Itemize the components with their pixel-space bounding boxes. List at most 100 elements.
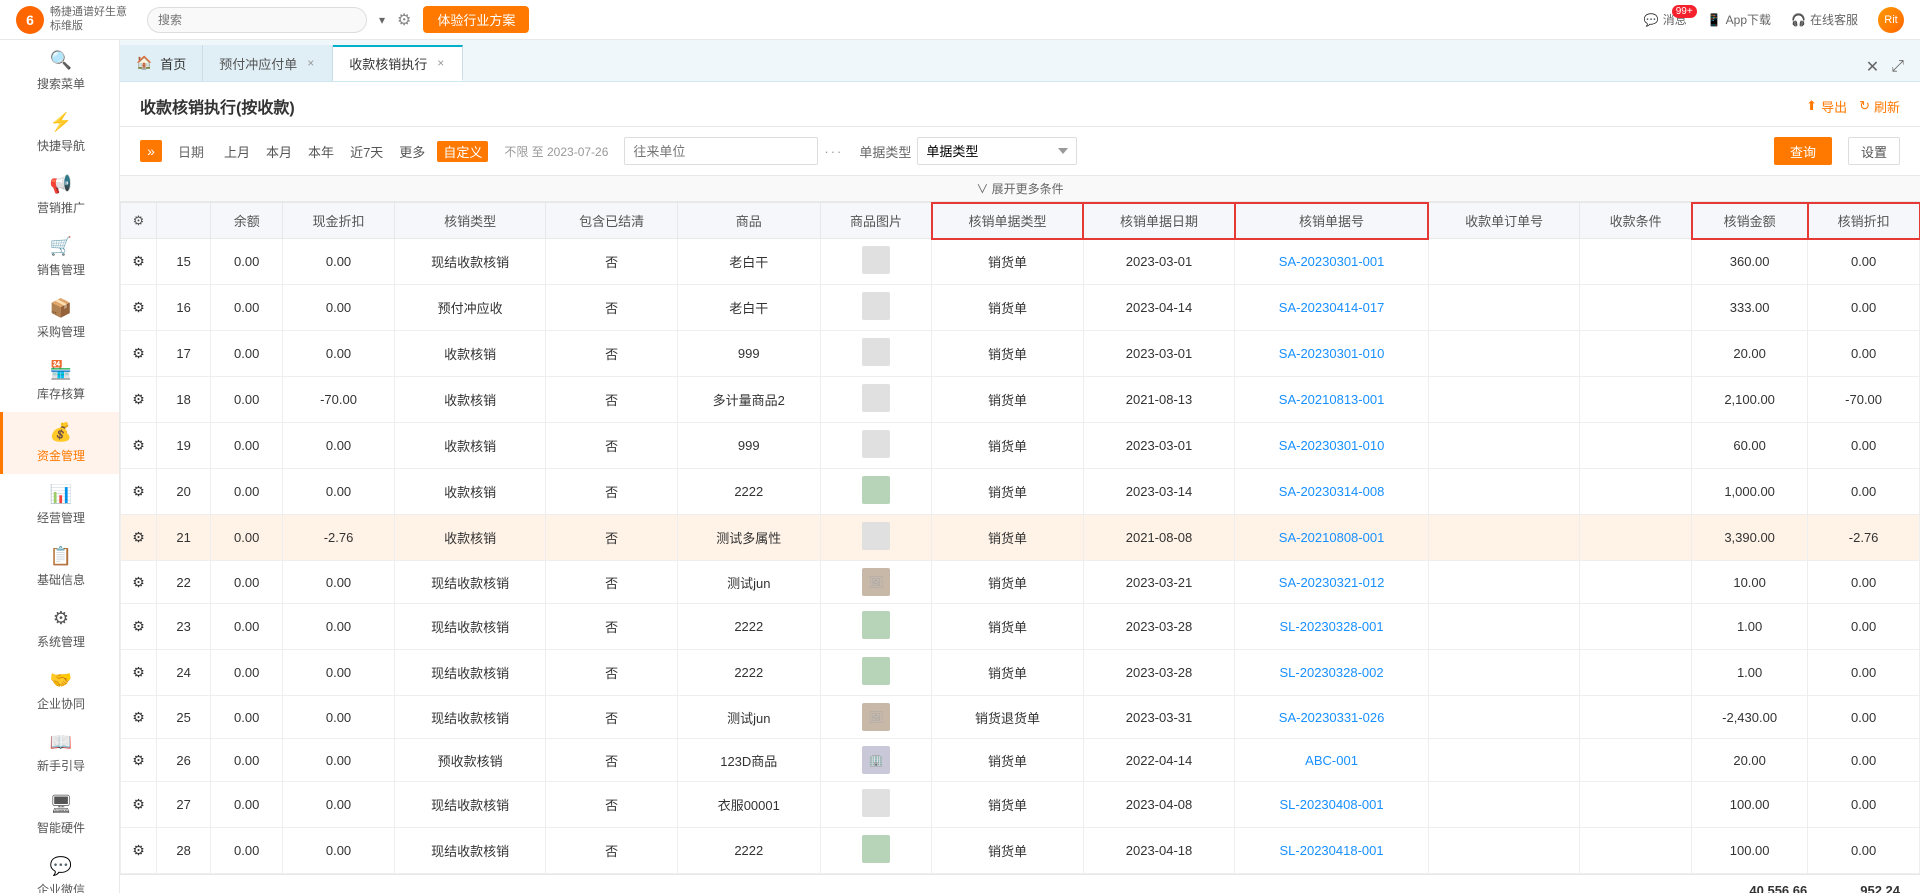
date-opt-last-month[interactable]: 上月 [220, 141, 254, 162]
search-input[interactable] [147, 7, 367, 33]
row-verify-bill-no[interactable]: SA-20230321-012 [1235, 561, 1429, 604]
row-settings[interactable]: ⚙ [121, 423, 157, 469]
table-footer: 40,556,66… 952.24 [120, 874, 1920, 893]
sidebar-item-guide[interactable]: 📖 新手引导 [0, 722, 119, 784]
row-settings[interactable]: ⚙ [121, 650, 157, 696]
row-included-settled: 否 [546, 828, 678, 874]
row-product: 123D商品 [677, 739, 820, 782]
app-download[interactable]: 📱 App下载 [1707, 11, 1771, 28]
settings-icon[interactable]: ⚙ [397, 10, 411, 30]
row-receipt-condition [1580, 515, 1692, 561]
row-verify-bill-no[interactable]: SL-20230408-001 [1235, 782, 1429, 828]
row-product: 2222 [677, 604, 820, 650]
partner-input[interactable] [624, 137, 818, 165]
row-verify-bill-no[interactable]: SA-20230331-026 [1235, 696, 1429, 739]
message-badge[interactable]: 💬 消息 99+ [1644, 11, 1687, 28]
filter-settings-button[interactable]: 设置 [1848, 137, 1900, 165]
row-verify-bill-no[interactable]: ABC-001 [1235, 739, 1429, 782]
row-settings[interactable]: ⚙ [121, 828, 157, 874]
refresh-button[interactable]: ↻ 刷新 [1859, 97, 1900, 116]
col-header-product-img: 商品图片 [820, 203, 932, 239]
tab-maximize-button[interactable]: ⤢ [1887, 54, 1908, 80]
tab-close-button[interactable]: × [305, 54, 316, 72]
row-verify-type: 现结收款核销 [394, 239, 545, 285]
tab-prepay[interactable]: 预付冲应付单 × [203, 45, 333, 81]
date-opt-this-month[interactable]: 本月 [262, 141, 296, 162]
sidebar-item-operations[interactable]: 📊 经营管理 [0, 474, 119, 536]
user-avatar[interactable]: Rit [1878, 7, 1904, 33]
expand-more-bar[interactable]: ∨ 展开更多条件 [120, 176, 1920, 202]
sidebar-item-inventory[interactable]: 🏪 库存核算 [0, 350, 119, 412]
logo-text: 畅捷通谱好生意 标维版 [50, 6, 127, 32]
sidebar-item-search[interactable]: 🔍 搜索菜单 [0, 40, 119, 102]
row-verify-bill-no[interactable]: SA-20230301-001 [1235, 239, 1429, 285]
filter-expand-button[interactable]: » [140, 140, 162, 162]
date-opt-7days[interactable]: 近7天 [346, 141, 387, 162]
sidebar-item-collaboration[interactable]: 🤝 企业协同 [0, 660, 119, 722]
export-button[interactable]: ⬆ 导出 [1806, 97, 1847, 116]
row-receipt-order-no [1428, 604, 1579, 650]
sidebar-item-label: 基础信息 [37, 571, 85, 588]
partner-filter: ··· [624, 137, 843, 165]
sidebar-item-label: 销售管理 [37, 261, 85, 278]
date-opt-this-year[interactable]: 本年 [304, 141, 338, 162]
sidebar-item-hardware[interactable]: 🖥 智能硬件 [0, 784, 119, 846]
query-button[interactable]: 查询 [1774, 137, 1832, 165]
row-verify-bill-no[interactable]: SA-20230414-017 [1235, 285, 1429, 331]
row-settings[interactable]: ⚙ [121, 739, 157, 782]
sidebar-item-basic-info[interactable]: 📋 基础信息 [0, 536, 119, 598]
row-settings[interactable]: ⚙ [121, 469, 157, 515]
tab-bar-actions: ✕ ⤢ [1862, 53, 1920, 81]
sidebar-item-finance[interactable]: 💰 资金管理 [0, 412, 119, 474]
row-settings[interactable]: ⚙ [121, 377, 157, 423]
row-verify-date: 2022-04-14 [1083, 739, 1234, 782]
tab-close-button[interactable]: × [435, 54, 446, 72]
partner-dots[interactable]: ··· [824, 144, 843, 159]
row-verify-bill-no[interactable]: SL-20230328-002 [1235, 650, 1429, 696]
row-included-settled: 否 [546, 285, 678, 331]
row-settings[interactable]: ⚙ [121, 782, 157, 828]
row-included-settled: 否 [546, 604, 678, 650]
row-verify-bill-type: 销货单 [932, 331, 1083, 377]
row-verify-bill-type: 销货单 [932, 561, 1083, 604]
row-settings[interactable]: ⚙ [121, 239, 157, 285]
row-seq: 18 [157, 377, 211, 423]
sidebar-item-sales[interactable]: 🛒 销售管理 [0, 226, 119, 288]
date-opt-more[interactable]: 更多 [395, 141, 429, 162]
tab-close-window-button[interactable]: ✕ [1862, 53, 1883, 81]
row-receipt-order-no [1428, 377, 1579, 423]
col-header-settings[interactable]: ⚙ [121, 203, 157, 239]
dropdown-selector[interactable]: ▾ [379, 13, 385, 27]
row-verify-bill-no[interactable]: SA-20230301-010 [1235, 423, 1429, 469]
sidebar-item-wechat[interactable]: 💬 企业微信 [0, 846, 119, 893]
row-verify-amount: 20.00 [1692, 331, 1808, 377]
row-cash-discount: 0.00 [283, 782, 395, 828]
row-verify-bill-type: 销货单 [932, 828, 1083, 874]
row-settings[interactable]: ⚙ [121, 561, 157, 604]
tab-home[interactable]: 🏠 首页 [120, 45, 203, 81]
row-verify-bill-no[interactable]: SA-20210813-001 [1235, 377, 1429, 423]
row-settings[interactable]: ⚙ [121, 331, 157, 377]
date-opt-custom[interactable]: 自定义 [437, 141, 488, 162]
row-settings[interactable]: ⚙ [121, 696, 157, 739]
online-service[interactable]: 🎧 在线客服 [1791, 11, 1858, 28]
row-verify-bill-no[interactable]: SL-20230328-001 [1235, 604, 1429, 650]
row-verify-bill-no[interactable]: SL-20230418-001 [1235, 828, 1429, 874]
sidebar-item-purchase[interactable]: 📦 采购管理 [0, 288, 119, 350]
tab-verify[interactable]: 收款核销执行 × [333, 45, 463, 81]
row-settings[interactable]: ⚙ [121, 515, 157, 561]
row-verify-bill-no[interactable]: SA-20230301-010 [1235, 331, 1429, 377]
sidebar-item-system[interactable]: ⚙ 系统管理 [0, 598, 119, 660]
sidebar-item-quick[interactable]: ⚡ 快捷导航 [0, 102, 119, 164]
row-verify-bill-no[interactable]: SA-20230314-008 [1235, 469, 1429, 515]
col-header-seq [157, 203, 211, 239]
sidebar-item-marketing[interactable]: 📢 营销推广 [0, 164, 119, 226]
row-settings[interactable]: ⚙ [121, 604, 157, 650]
table-row: ⚙ 27 0.00 0.00 现结收款核销 否 衣服00001 销货单 2023… [121, 782, 1920, 828]
row-settings[interactable]: ⚙ [121, 285, 157, 331]
row-verify-bill-no[interactable]: SA-20210808-001 [1235, 515, 1429, 561]
bill-type-select[interactable]: 单据类型 [917, 137, 1077, 165]
purchase-icon: 📦 [50, 298, 72, 319]
row-receipt-condition [1580, 604, 1692, 650]
solution-button[interactable]: 体验行业方案 [423, 6, 529, 33]
